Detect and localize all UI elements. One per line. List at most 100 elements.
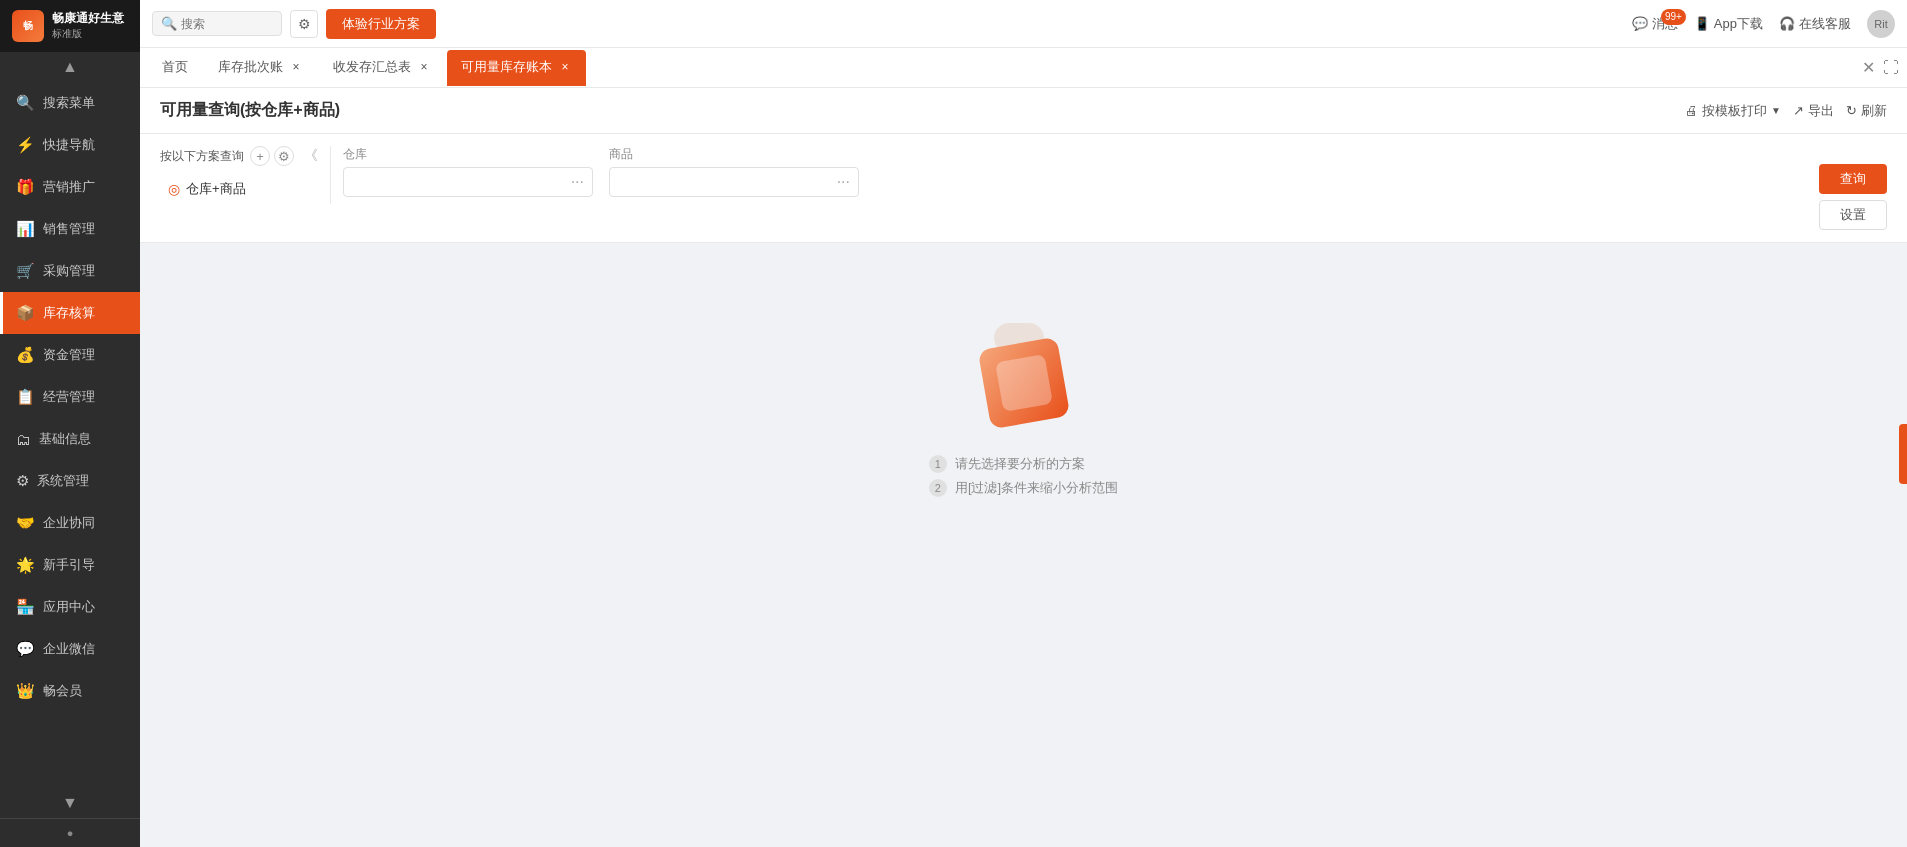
tab-stock-summary[interactable]: 收发存汇总表 × — [319, 50, 445, 86]
page-header-actions: 🖨 按模板打印 ▼ ↗ 导出 ↻ 刷新 — [1685, 102, 1887, 120]
sidebar-item-basic[interactable]: 🗂 基础信息 — [0, 418, 140, 460]
sidebar-title: 畅康通好生意 — [52, 11, 124, 27]
search-icon: 🔍 — [16, 94, 35, 112]
marketing-icon: 🎁 — [16, 178, 35, 196]
warehouse-label: 仓库 — [343, 146, 593, 163]
product-more-button[interactable]: ··· — [837, 173, 850, 191]
inventory-label: 库存核算 — [43, 304, 95, 322]
tip-text-2: 用[过滤]条件来缩小分析范围 — [955, 479, 1118, 497]
search-label: 搜索菜单 — [43, 94, 95, 112]
export-button[interactable]: ↗ 导出 — [1793, 102, 1834, 120]
filter-settings-button[interactable]: 设置 — [1819, 200, 1887, 230]
tab-bar: 首页库存批次账× 收发存汇总表 × 可用量库存账本 × ✕ ⛶ — [140, 48, 1907, 88]
sidebar-scroll-area: 🔍 搜索菜单 ⚡ 快捷导航 🎁 营销推广 📊 销售管理 🛒 采购管理 📦 库存核… — [0, 82, 140, 788]
empty-box-shape — [977, 337, 1070, 430]
sidebar-bottom: ● — [0, 818, 140, 847]
gear-icon[interactable]: ⚙ — [290, 10, 318, 38]
scheme-item-label: 仓库+商品 — [186, 180, 246, 198]
search-icon: 🔍 — [161, 16, 177, 31]
main-area: 🔍 ⚙ 体验行业方案 💬 消息 99+ 📱 App下载 🎧 在线客服 Rit — [140, 0, 1907, 847]
trial-industry-button[interactable]: 体验行业方案 — [326, 9, 436, 39]
chevron-down-icon: ▼ — [1771, 105, 1781, 116]
newbie-icon: 🌟 — [16, 556, 35, 574]
tab-label-stock-summary: 收发存汇总表 — [333, 58, 411, 76]
tab-batch-account[interactable]: 库存批次账× — [204, 50, 317, 86]
sidebar-item-sales[interactable]: 📊 销售管理 — [0, 208, 140, 250]
sidebar-item-purchase[interactable]: 🛒 采购管理 — [0, 250, 140, 292]
warehouse-more-button[interactable]: ··· — [571, 173, 584, 191]
sidebar-item-finance[interactable]: 💰 资金管理 — [0, 334, 140, 376]
topbar-search[interactable]: 🔍 — [152, 11, 282, 36]
member-icon: 👑 — [16, 682, 35, 700]
warehouse-input[interactable] — [352, 175, 567, 190]
product-input-wrapper[interactable]: ··· — [609, 167, 859, 197]
message-badge: 99+ — [1661, 9, 1686, 25]
query-button[interactable]: 查询 — [1819, 164, 1887, 194]
collapse-scheme-button[interactable]: 《 — [304, 147, 318, 165]
scheme-item-icon: ◎ — [168, 181, 180, 197]
sidebar-item-enterprise[interactable]: 🤝 企业协同 — [0, 502, 140, 544]
purchase-icon: 🛒 — [16, 262, 35, 280]
tab-available-stock[interactable]: 可用量库存账本 × — [447, 50, 586, 86]
add-scheme-button[interactable]: + — [250, 146, 270, 166]
app-download-button[interactable]: 📱 App下载 — [1694, 15, 1763, 33]
tab-label-available-stock: 可用量库存账本 — [461, 58, 552, 76]
enterprise-label: 企业协同 — [43, 514, 95, 532]
message-icon: 💬 — [1632, 16, 1648, 31]
scheme-item-warehouse-product[interactable]: ◎ 仓库+商品 — [160, 174, 318, 204]
tab-close-available-stock[interactable]: × — [558, 60, 572, 74]
refresh-button[interactable]: ↻ 刷新 — [1846, 102, 1887, 120]
tip-number-1: 1 — [929, 455, 947, 473]
sidebar-item-search[interactable]: 🔍 搜索菜单 — [0, 82, 140, 124]
operations-label: 经营管理 — [43, 388, 95, 406]
basic-icon: 🗂 — [16, 431, 31, 448]
empty-state: 1 请先选择要分析的方案 2 用[过滤]条件来缩小分析范围 — [140, 243, 1907, 577]
filter-scheme-title: 按以下方案查询 + ⚙ 《 — [160, 146, 318, 166]
tab-close-all-button[interactable]: ✕ — [1862, 58, 1875, 77]
headset-icon: 🎧 — [1779, 16, 1795, 31]
sidebar-scroll-down-button[interactable]: ▼ — [0, 788, 140, 818]
settings-scheme-button[interactable]: ⚙ — [274, 146, 294, 166]
phone-icon: 📱 — [1694, 16, 1710, 31]
tab-close-batch-account[interactable]: × — [289, 60, 303, 74]
tab-home[interactable]: 首页 — [148, 50, 202, 86]
system-label: 系统管理 — [37, 472, 89, 490]
sidebar-item-shortcut[interactable]: ⚡ 快捷导航 — [0, 124, 140, 166]
sidebar-scroll-up-button[interactable]: ▲ — [0, 52, 140, 82]
sidebar-item-operations[interactable]: 📋 经营管理 — [0, 376, 140, 418]
system-icon: ⚙ — [16, 472, 29, 490]
sidebar-item-wechat[interactable]: 💬 企业微信 — [0, 628, 140, 670]
tab-expand-button[interactable]: ⛶ — [1883, 59, 1899, 77]
print-button[interactable]: 🖨 按模板打印 ▼ — [1685, 102, 1781, 120]
product-input[interactable] — [618, 175, 833, 190]
online-support-button[interactable]: 🎧 在线客服 — [1779, 15, 1851, 33]
product-filter-field: 商品 ··· — [609, 146, 859, 197]
tip-number-2: 2 — [929, 479, 947, 497]
filter-scheme-actions: + ⚙ — [250, 146, 294, 166]
sidebar-item-member[interactable]: 👑 畅会员 — [0, 670, 140, 712]
empty-tip-2: 2 用[过滤]条件来缩小分析范围 — [929, 479, 1118, 497]
user-avatar[interactable]: Rit — [1867, 10, 1895, 38]
sidebar-item-inventory[interactable]: 📦 库存核算 — [0, 292, 140, 334]
tab-close-stock-summary[interactable]: × — [417, 60, 431, 74]
message-button[interactable]: 💬 消息 99+ — [1632, 15, 1678, 33]
filter-actions: 查询 设置 — [1819, 146, 1887, 230]
sidebar-item-system[interactable]: ⚙ 系统管理 — [0, 460, 140, 502]
topbar: 🔍 ⚙ 体验行业方案 💬 消息 99+ 📱 App下载 🎧 在线客服 Rit — [140, 0, 1907, 48]
finance-icon: 💰 — [16, 346, 35, 364]
filter-area: 按以下方案查询 + ⚙ 《 ◎ 仓库+商品 仓库 — [140, 134, 1907, 243]
warehouse-input-wrapper[interactable]: ··· — [343, 167, 593, 197]
page-content: 可用量查询(按仓库+商品) 🖨 按模板打印 ▼ ↗ 导出 ↻ 刷新 — [140, 88, 1907, 847]
empty-box-inner-shape — [995, 354, 1053, 412]
sidebar: 畅 畅康通好生意 标准版 ▲ 🔍 搜索菜单 ⚡ 快捷导航 🎁 营销推广 📊 销售… — [0, 0, 140, 847]
tip-text-1: 请先选择要分析的方案 — [955, 455, 1085, 473]
sidebar-item-newbie[interactable]: 🌟 新手引导 — [0, 544, 140, 586]
sidebar-item-appstore[interactable]: 🏪 应用中心 — [0, 586, 140, 628]
tab-bar-end: ✕ ⛶ — [1862, 58, 1899, 77]
search-input[interactable] — [181, 17, 271, 31]
sidebar-subtitle: 标准版 — [52, 27, 124, 41]
product-label: 商品 — [609, 146, 859, 163]
finance-label: 资金管理 — [43, 346, 95, 364]
sidebar-item-marketing[interactable]: 🎁 营销推广 — [0, 166, 140, 208]
refresh-icon: ↻ — [1846, 103, 1857, 118]
